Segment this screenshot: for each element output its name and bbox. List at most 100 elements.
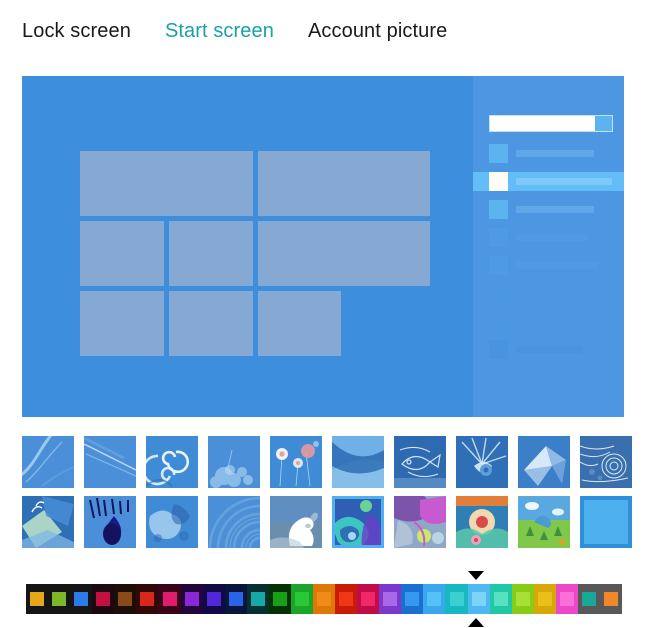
preview-search-box[interactable]	[489, 115, 613, 132]
color-swatch-fill	[493, 592, 508, 606]
color-swatch-vermilion[interactable]	[335, 584, 358, 614]
color-swatch-lavender[interactable]	[379, 584, 402, 614]
tile[interactable]	[257, 221, 430, 286]
color-swatch-gold[interactable]	[26, 584, 49, 614]
color-swatch-fill	[471, 592, 486, 606]
background-thumbnail-white-horse[interactable]	[270, 496, 322, 548]
color-swatch-royal-blue[interactable]	[224, 584, 247, 614]
background-thumbnail-green-blue-swirl[interactable]	[332, 496, 384, 548]
tile[interactable]	[80, 291, 164, 356]
list-item[interactable]	[473, 228, 624, 247]
list-item-icon	[489, 172, 508, 191]
selected-color-marker-top-icon	[467, 571, 484, 580]
selected-color-marker-bottom-icon	[467, 618, 484, 627]
background-thumbnail-hand-rays[interactable]	[456, 436, 508, 488]
background-thumbnail-ink-droplet[interactable]	[84, 496, 136, 548]
background-thumbnail-diagonal-streaks[interactable]	[84, 436, 136, 488]
color-swatch-pale-blue[interactable]	[467, 571, 490, 627]
color-swatch-sky-blue[interactable]	[401, 584, 424, 614]
list-item[interactable]	[473, 256, 624, 275]
background-thumbnail-purple-abstract[interactable]	[394, 496, 446, 548]
list-item-icon	[489, 284, 508, 303]
background-thumbnail-landscape-scene[interactable]	[518, 496, 570, 548]
tile[interactable]	[257, 291, 342, 356]
list-item-icon	[489, 200, 508, 219]
background-thumbnail-spiral-waves[interactable]	[146, 436, 198, 488]
color-swatch-fill	[140, 592, 155, 606]
color-swatch-fill	[581, 592, 596, 606]
background-thumbnail-folded-ribbon[interactable]	[332, 436, 384, 488]
background-thumbnail-sketch-fish[interactable]	[394, 436, 446, 488]
list-item-icon	[489, 312, 508, 331]
list-item-icon	[489, 144, 508, 163]
background-thumbnail-swoosh-curves[interactable]	[22, 436, 74, 488]
color-swatch-teal[interactable]	[246, 584, 269, 614]
tab-account-picture[interactable]: Account picture	[308, 20, 447, 43]
list-item-label	[516, 346, 582, 353]
color-swatch-orange[interactable]	[313, 584, 336, 614]
tab-lock-screen[interactable]: Lock screen	[22, 20, 131, 43]
color-swatch-violet[interactable]	[180, 584, 203, 614]
background-thumbnail-folk-flower[interactable]	[456, 496, 508, 548]
color-swatch-fill	[52, 592, 67, 606]
list-item-label	[516, 318, 584, 325]
color-swatch-fill	[559, 592, 574, 606]
background-thumbnail-dandelion-dots[interactable]	[270, 436, 322, 488]
tile-grid	[80, 151, 430, 361]
list-item[interactable]	[473, 312, 624, 331]
color-swatch-forest-green[interactable]	[268, 584, 291, 614]
background-thumbnail-engraved-scroll[interactable]	[580, 436, 632, 488]
color-swatch-azure-blue[interactable]	[70, 584, 93, 614]
tile[interactable]	[168, 221, 253, 286]
background-row-2	[22, 496, 632, 548]
color-swatch-amber[interactable]	[533, 584, 556, 614]
color-swatch-fill	[515, 592, 530, 606]
color-swatch-indigo[interactable]	[202, 584, 225, 614]
color-swatch-fill	[294, 592, 309, 606]
color-swatch-hot-pink[interactable]	[555, 584, 578, 614]
tile[interactable]	[80, 151, 253, 216]
color-swatch-fill	[250, 592, 265, 606]
color-swatch-dark-orange[interactable]	[600, 584, 623, 614]
tile[interactable]	[168, 291, 253, 356]
color-swatch-fill	[96, 592, 111, 606]
background-thumbnail-origami-bird[interactable]	[518, 436, 570, 488]
background-thumbnail-coral-map[interactable]	[146, 496, 198, 548]
list-item[interactable]	[473, 144, 624, 163]
color-swatch-fill	[162, 592, 177, 606]
color-swatch-crimson[interactable]	[92, 584, 115, 614]
list-item-icon	[489, 228, 508, 247]
color-swatch-red[interactable]	[136, 584, 159, 614]
color-swatch-brown[interactable]	[114, 584, 137, 614]
color-swatch-fill	[604, 592, 619, 606]
color-swatch-bright-green[interactable]	[290, 584, 314, 614]
color-palette	[26, 571, 623, 627]
color-swatch-lime[interactable]	[511, 584, 534, 614]
color-swatch-light-blue[interactable]	[423, 584, 446, 614]
color-swatch-olive-green[interactable]	[48, 584, 71, 614]
background-thumbnail-solid-color[interactable]	[580, 496, 632, 548]
color-swatch-fill	[361, 592, 376, 606]
tile[interactable]	[257, 151, 430, 216]
color-swatch-fill	[228, 592, 243, 606]
color-swatch-fill	[449, 592, 464, 606]
color-swatch-dark-teal[interactable]	[577, 584, 601, 614]
list-item[interactable]	[473, 200, 624, 219]
background-row-1	[22, 436, 632, 488]
search-input[interactable]	[490, 116, 595, 131]
search-icon[interactable]	[595, 116, 612, 131]
color-swatch-magenta-pink[interactable]	[158, 584, 181, 614]
color-swatch-cyan[interactable]	[445, 584, 468, 614]
color-swatch-fill	[272, 592, 287, 606]
background-thumbnail-floral-cluster[interactable]	[208, 436, 260, 488]
color-swatch-rose[interactable]	[357, 584, 380, 614]
background-thumbnail-abstract-collage[interactable]	[22, 496, 74, 548]
tile[interactable]	[80, 221, 164, 286]
color-swatch-fill	[74, 592, 89, 606]
list-item[interactable]	[473, 172, 624, 191]
list-item[interactable]	[473, 340, 624, 359]
list-item[interactable]	[473, 284, 624, 303]
background-thumbnail-radial-rings[interactable]	[208, 496, 260, 548]
color-swatch-aqua-green[interactable]	[489, 584, 512, 614]
tab-start-screen[interactable]: Start screen	[165, 20, 274, 43]
